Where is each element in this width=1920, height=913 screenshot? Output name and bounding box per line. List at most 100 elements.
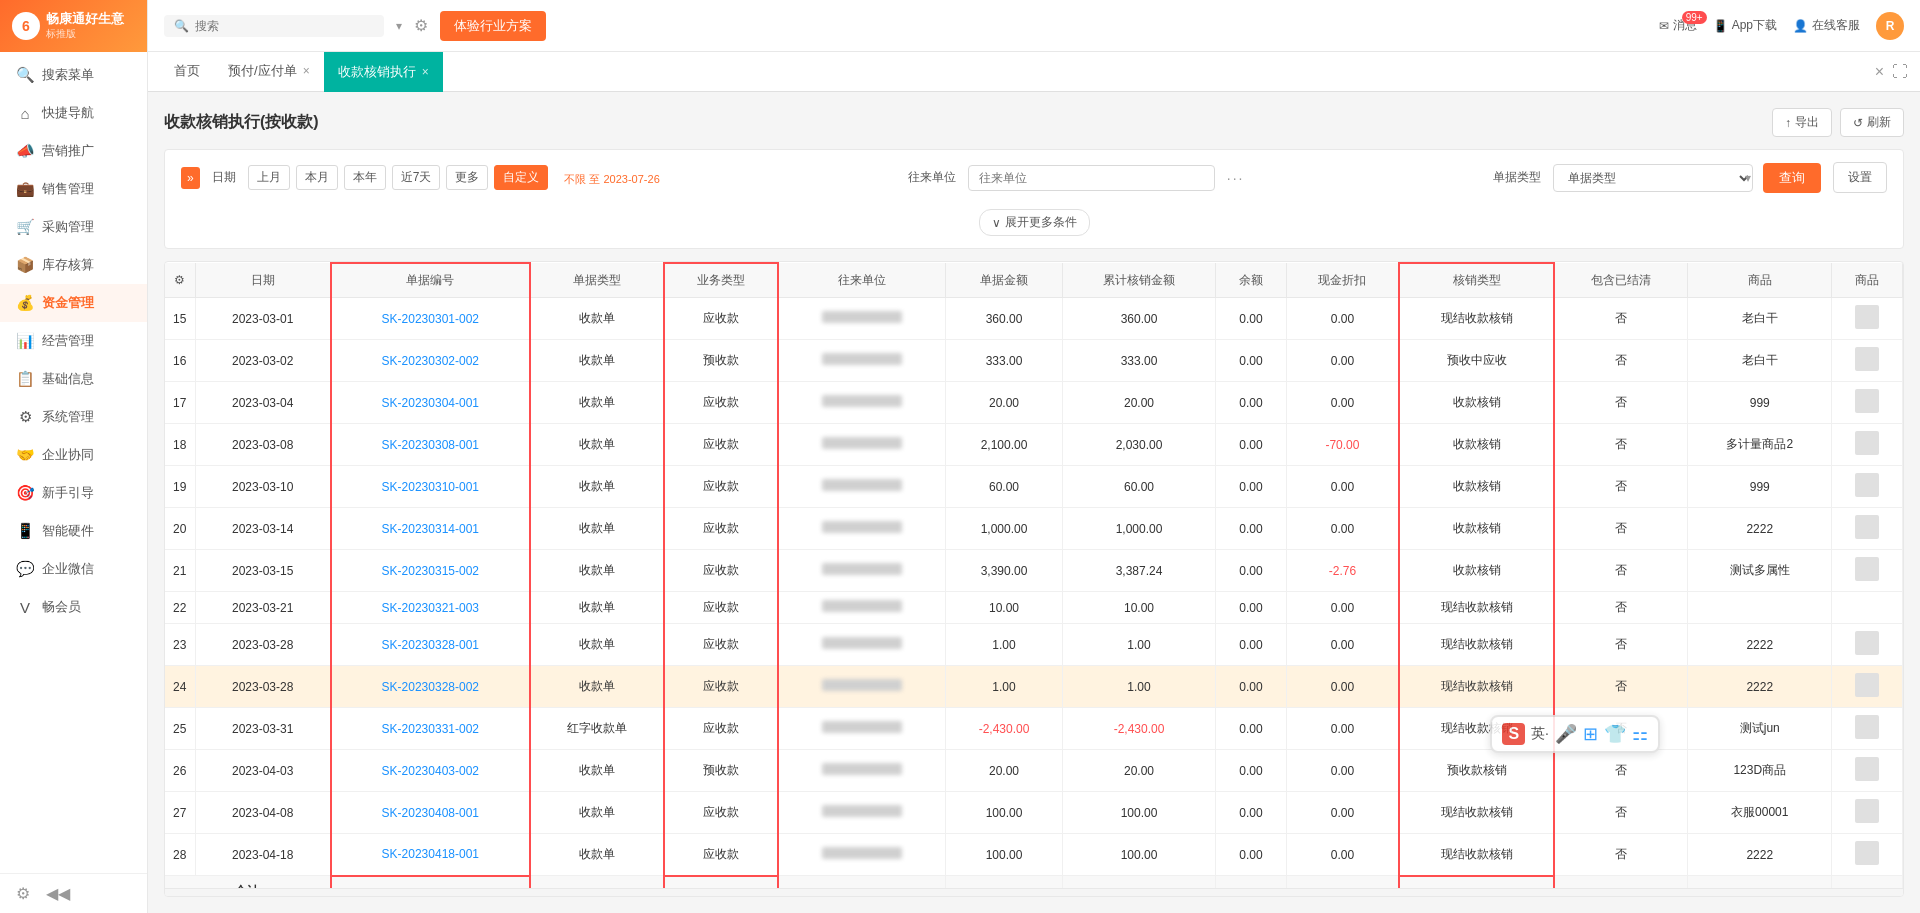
footer-cumulative xyxy=(1062,876,1215,889)
guide-icon: 🎯 xyxy=(16,484,34,502)
sidebar-item-enterprise-coop[interactable]: 🤝 企业协同 xyxy=(0,436,147,474)
export-label: 导出 xyxy=(1795,114,1819,131)
purchase-icon: 🛒 xyxy=(16,218,34,236)
order-type-select[interactable]: 单据类型 xyxy=(1553,164,1753,192)
page-title: 收款核销执行(按收款) xyxy=(164,112,319,133)
table-row: 232023-03-28SK-20230328-001收款单应收款1.001.0… xyxy=(165,624,1903,666)
sidebar-item-member[interactable]: V 畅会员 xyxy=(0,588,147,626)
sidebar-settings-icon[interactable]: ⚙ xyxy=(16,884,30,903)
topbar-gear-icon[interactable]: ⚙ xyxy=(414,16,428,35)
user-avatar[interactable]: R xyxy=(1876,12,1904,40)
sidebar-item-inventory[interactable]: 📦 库存核算 xyxy=(0,246,147,284)
sidebar-item-purchase[interactable]: 🛒 采购管理 xyxy=(0,208,147,246)
last-month-btn[interactable]: 上月 xyxy=(248,165,290,190)
home-icon: ⌂ xyxy=(16,104,34,122)
footer-include-cleared xyxy=(1554,876,1688,889)
table-row: 282023-04-18SK-20230418-001收款单应收款100.001… xyxy=(165,834,1903,876)
sidebar-collapse-icon[interactable]: ◀◀ xyxy=(46,884,70,903)
main-area: 🔍 ▾ ⚙ 体验行业方案 ✉ 消息 99+ 📱 App下载 👤 在线客服 R xyxy=(148,0,1920,913)
sidebar-item-quick-nav[interactable]: ⌂ 快捷导航 xyxy=(0,94,147,132)
search-input[interactable] xyxy=(195,19,335,33)
table-row: 212023-03-15SK-20230315-002收款单应收款3,390.0… xyxy=(165,550,1903,592)
tab-receipt-verify[interactable]: 收款核销执行 × xyxy=(324,52,443,92)
data-table-container: ⚙ 日期 单据编号 单据类型 业务类型 往来单位 单据金额 累计核销金额 余额 … xyxy=(164,261,1904,897)
table-row: 252023-03-31SK-20230331-002红字收款单应收款-2,43… xyxy=(165,708,1903,750)
search-chevron-icon[interactable]: ▾ xyxy=(396,19,402,33)
expand-conditions-button[interactable]: ∨ 展开更多条件 xyxy=(979,209,1090,236)
operations-icon: 📊 xyxy=(16,332,34,350)
tab-home[interactable]: 首页 xyxy=(160,52,214,92)
app-download-button[interactable]: 📱 App下载 xyxy=(1713,17,1777,34)
footer-product2 xyxy=(1832,876,1903,889)
setting-button[interactable]: 设置 xyxy=(1833,162,1887,193)
custom-btn[interactable]: 自定义 xyxy=(494,165,548,190)
sidebar-item-label: 企业协同 xyxy=(42,446,94,464)
sidebar-item-marketing[interactable]: 📣 营销推广 xyxy=(0,132,147,170)
sidebar-item-system[interactable]: ⚙ 系统管理 xyxy=(0,398,147,436)
footer-label: 合计 xyxy=(165,876,331,889)
app-label: App下载 xyxy=(1732,17,1777,34)
sidebar-item-guide[interactable]: 🎯 新手引导 xyxy=(0,474,147,512)
td-product-thumbnail xyxy=(1832,592,1903,624)
message-badge: 99+ xyxy=(1682,11,1707,24)
partner-filter-label: 往来单位 xyxy=(908,169,956,186)
more-btn[interactable]: 更多 xyxy=(446,165,488,190)
th-settings[interactable]: ⚙ xyxy=(165,263,195,298)
sidebar-item-capital[interactable]: 💰 资金管理 xyxy=(0,284,147,322)
partner-input[interactable] xyxy=(968,165,1215,191)
sidebar-item-search-menu[interactable]: 🔍 搜索菜单 xyxy=(0,56,147,94)
tab-receipt-close-icon[interactable]: × xyxy=(422,52,429,92)
query-button[interactable]: 查询 xyxy=(1763,163,1821,193)
tabs-fullscreen-button[interactable]: ⛶ xyxy=(1892,63,1908,81)
tab-home-label: 首页 xyxy=(174,51,200,91)
partner-dots: ··· xyxy=(1227,170,1245,186)
this-month-btn[interactable]: 本月 xyxy=(296,165,338,190)
tabs-close-button[interactable]: × xyxy=(1875,63,1884,81)
global-search[interactable]: 🔍 xyxy=(164,15,384,37)
sales-icon: 💼 xyxy=(16,180,34,198)
sidebar-item-label: 采购管理 xyxy=(42,218,94,236)
sidebar-item-sales[interactable]: 💼 销售管理 xyxy=(0,170,147,208)
td-product-thumbnail xyxy=(1832,750,1903,792)
export-button[interactable]: ↑ 导出 xyxy=(1772,108,1832,137)
last7days-btn[interactable]: 近7天 xyxy=(392,165,441,190)
th-cumulative-verify: 累计核销金额 xyxy=(1062,263,1215,298)
tab-prepay-close-icon[interactable]: × xyxy=(303,51,310,91)
messages-button[interactable]: ✉ 消息 99+ xyxy=(1659,17,1697,34)
table-wrapper[interactable]: ⚙ 日期 单据编号 单据类型 业务类型 往来单位 单据金额 累计核销金额 余额 … xyxy=(165,262,1903,888)
solution-button[interactable]: 体验行业方案 xyxy=(440,11,546,41)
sidebar-item-label: 搜索菜单 xyxy=(42,66,94,84)
horizontal-scrollbar[interactable] xyxy=(165,888,1903,896)
sidebar-item-operations[interactable]: 📊 经营管理 xyxy=(0,322,147,360)
sidebar-item-hardware[interactable]: 📱 智能硬件 xyxy=(0,512,147,550)
footer-cash-discount xyxy=(1286,876,1399,889)
logo-subtitle: 标推版 xyxy=(46,27,124,41)
sidebar-nav: 🔍 搜索菜单 ⌂ 快捷导航 📣 营销推广 💼 销售管理 🛒 采购管理 📦 库存核… xyxy=(0,52,147,873)
sidebar-item-enterprise-wx[interactable]: 💬 企业微信 xyxy=(0,550,147,588)
td-product-thumbnail xyxy=(1832,792,1903,834)
service-label: 在线客服 xyxy=(1812,17,1860,34)
table-header-row: ⚙ 日期 单据编号 单据类型 业务类型 往来单位 单据金额 累计核销金额 余额 … xyxy=(165,263,1903,298)
td-partner xyxy=(778,466,946,508)
tab-prepay-orders[interactable]: 预付/应付单 × xyxy=(214,52,324,92)
th-verify-type: 核销类型 xyxy=(1399,263,1554,298)
table-row: 182023-03-08SK-20230308-001收款单应收款2,100.0… xyxy=(165,424,1903,466)
footer-verify-type xyxy=(1399,876,1554,889)
sidebar-item-basic-info[interactable]: 📋 基础信息 xyxy=(0,360,147,398)
td-product-thumbnail xyxy=(1832,550,1903,592)
logo-title: 畅康通好生意 xyxy=(46,11,124,27)
page-content: 收款核销执行(按收款) ↑ 导出 ↺ 刷新 » 日期 上月 xyxy=(148,92,1920,913)
sidebar-item-label: 系统管理 xyxy=(42,408,94,426)
td-product: 2222 xyxy=(1688,666,1832,708)
this-year-btn[interactable]: 本年 xyxy=(344,165,386,190)
filter-expand-arrow[interactable]: » xyxy=(181,167,200,189)
td-partner xyxy=(778,666,946,708)
sidebar-item-label: 经营管理 xyxy=(42,332,94,350)
enterprise-wx-icon: 💬 xyxy=(16,560,34,578)
online-service-button[interactable]: 👤 在线客服 xyxy=(1793,17,1860,34)
tabs-right: × ⛶ xyxy=(1875,63,1908,81)
hardware-icon: 📱 xyxy=(16,522,34,540)
refresh-button[interactable]: ↺ 刷新 xyxy=(1840,108,1904,137)
sidebar-bottom: ⚙ ◀◀ xyxy=(0,873,147,913)
td-partner xyxy=(778,708,946,750)
